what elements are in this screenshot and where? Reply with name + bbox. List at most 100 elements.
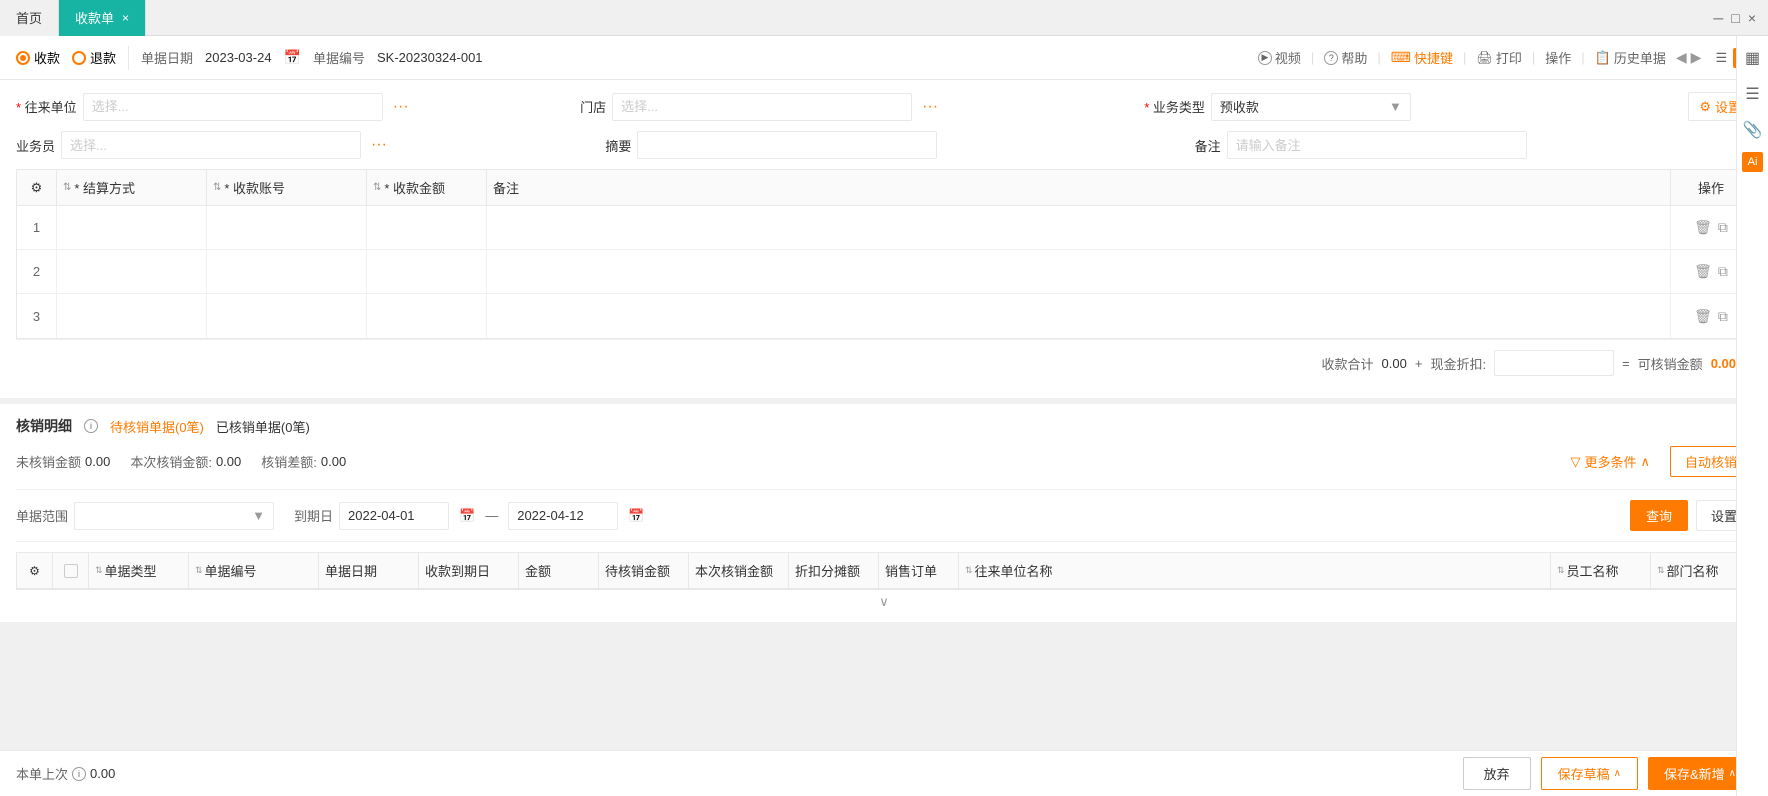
sidebar-list-icon[interactable]: ☰ bbox=[1741, 80, 1763, 108]
row-2-remark[interactable] bbox=[487, 250, 1671, 293]
row-1-copy-icon[interactable]: ⧉ bbox=[1718, 219, 1728, 236]
row-2-delete-icon[interactable]: 🗑 bbox=[1694, 263, 1712, 280]
row-2-amount[interactable] bbox=[367, 250, 487, 293]
due-date-end-calendar-icon[interactable]: 📅 bbox=[628, 508, 644, 524]
abandon-button[interactable]: 放弃 bbox=[1463, 757, 1531, 790]
partner-input[interactable] bbox=[83, 93, 383, 121]
nav-prev-icon[interactable]: ◀ bbox=[1676, 49, 1687, 66]
settlement-sort-icon[interactable]: ⇅ bbox=[63, 182, 71, 193]
remark-col-header: 备注 bbox=[487, 170, 1671, 205]
settings-col-header[interactable]: ⚙ bbox=[17, 170, 57, 205]
bt-settings-col[interactable]: ⚙ bbox=[17, 553, 53, 588]
num-sort-icon[interactable]: ⇅ bbox=[195, 565, 203, 576]
store-more-icon[interactable]: ··· bbox=[922, 98, 938, 116]
row-2-settlement[interactable] bbox=[57, 250, 207, 293]
video-action[interactable]: ▶ 视频 bbox=[1258, 48, 1301, 67]
print-action[interactable]: 🖨 打印 bbox=[1476, 48, 1522, 67]
close-button[interactable]: × bbox=[1748, 10, 1756, 26]
row-2-account[interactable] bbox=[207, 250, 367, 293]
sidebar-attachment-icon[interactable]: 📎 bbox=[1739, 116, 1767, 144]
minimize-button[interactable]: ─ bbox=[1713, 10, 1723, 26]
tab-receipt[interactable]: 收款单 × bbox=[59, 0, 146, 36]
row-3-amount[interactable] bbox=[367, 294, 487, 338]
account-sort-icon[interactable]: ⇅ bbox=[213, 182, 221, 193]
bt-check-col[interactable] bbox=[53, 553, 89, 588]
receipt-radio[interactable]: 收款 bbox=[16, 48, 60, 67]
row-2-copy-icon[interactable]: ⧉ bbox=[1718, 263, 1728, 280]
staff-more-icon[interactable]: ··· bbox=[371, 136, 387, 154]
save-draft-button[interactable]: 保存草稿 ∧ bbox=[1541, 757, 1638, 790]
summary-input[interactable] bbox=[637, 131, 937, 159]
chevron-down-icon: ∨ bbox=[879, 594, 889, 609]
due-date-start-calendar-icon[interactable]: 📅 bbox=[459, 508, 475, 524]
employee-sort-icon[interactable]: ⇅ bbox=[1557, 565, 1565, 576]
settlement-col-label: * 结算方式 bbox=[74, 178, 135, 197]
sep1: | bbox=[1311, 50, 1314, 65]
operations-action[interactable]: 操作 bbox=[1545, 48, 1571, 67]
maximize-button[interactable]: □ bbox=[1731, 10, 1739, 26]
total-value: 0.00 bbox=[1382, 356, 1407, 371]
notes-input[interactable] bbox=[1227, 131, 1527, 159]
sidebar-ai-icon[interactable]: Ai bbox=[1742, 152, 1764, 172]
row-1-remark[interactable] bbox=[487, 206, 1671, 249]
tab-home[interactable]: 首页 bbox=[0, 0, 59, 36]
staff-input[interactable] bbox=[61, 131, 361, 159]
form-row-1: 往来单位 ··· 门店 ··· 业务类型 预收款 ▼ ⚙ 设置 bbox=[16, 92, 1752, 121]
row-3-account[interactable] bbox=[207, 294, 367, 338]
row-3-settlement[interactable] bbox=[57, 294, 207, 338]
summary-row: 收款合计 0.00 + 现金折扣: = 可核销金额 0.00 bbox=[16, 339, 1752, 386]
help-action[interactable]: ? 帮助 bbox=[1324, 48, 1367, 67]
shortcut-action[interactable]: ⌨ 快捷键 bbox=[1391, 48, 1453, 67]
save-draft-label: 保存草稿 bbox=[1558, 764, 1610, 783]
row-3-copy-icon[interactable]: ⧉ bbox=[1718, 308, 1728, 325]
discount-input[interactable] bbox=[1494, 350, 1614, 376]
pending-tab[interactable]: 待核销单据(0笔) bbox=[110, 417, 204, 436]
range-select[interactable]: ▼ bbox=[74, 502, 274, 530]
business-type-label: 业务类型 bbox=[1144, 97, 1205, 116]
company-sort-icon[interactable]: ⇅ bbox=[965, 565, 973, 576]
nav-next-icon[interactable]: ▶ bbox=[1691, 49, 1702, 66]
due-date-end-input[interactable] bbox=[508, 502, 618, 530]
auto-writeoff-label: 自动核销 bbox=[1685, 455, 1737, 470]
completed-tab[interactable]: 已核销单据(0笔) bbox=[216, 417, 310, 436]
tab-close-icon[interactable]: × bbox=[122, 11, 129, 25]
row-3-remark[interactable] bbox=[487, 294, 1671, 338]
row-1-amount[interactable] bbox=[367, 206, 487, 249]
history-action[interactable]: 📋 历史单据 bbox=[1595, 48, 1666, 67]
unchecked-stat: 未核销金额 0.00 bbox=[16, 452, 110, 471]
select-all-checkbox[interactable] bbox=[64, 564, 78, 578]
row-1-account[interactable] bbox=[207, 206, 367, 249]
dept-sort-icon[interactable]: ⇅ bbox=[1657, 565, 1665, 576]
list-view-icon[interactable]: ☰ bbox=[1711, 48, 1731, 68]
store-input[interactable] bbox=[612, 93, 912, 121]
due-date-start-input[interactable] bbox=[339, 502, 449, 530]
number-label: 单据编号 bbox=[313, 48, 365, 67]
writeoff-info-icon[interactable]: i bbox=[84, 419, 98, 433]
remark-col-label: 备注 bbox=[493, 178, 519, 197]
more-conditions-btn[interactable]: ▽ 更多条件 ∧ bbox=[1570, 452, 1650, 471]
footer-info-icon[interactable]: i bbox=[72, 767, 86, 781]
row-3-delete-icon[interactable]: 🗑 bbox=[1694, 308, 1712, 325]
summary-field: 摘要 bbox=[605, 131, 1162, 159]
refund-radio[interactable]: 退款 bbox=[72, 48, 116, 67]
amount-sort-icon[interactable]: ⇅ bbox=[373, 182, 381, 193]
page-footer: 本单上次 i 0.00 放弃 保存草稿 ∧ 保存&新增 ∧ bbox=[0, 750, 1768, 796]
query-button[interactable]: 查询 bbox=[1630, 500, 1688, 531]
business-type-value: 预收款 bbox=[1220, 97, 1259, 116]
row-1-delete-icon[interactable]: 🗑 bbox=[1694, 219, 1712, 236]
row-1-settlement[interactable] bbox=[57, 206, 207, 249]
settlement-col-header: ⇅ * 结算方式 bbox=[57, 170, 207, 205]
business-type-select[interactable]: 预收款 ▼ bbox=[1211, 93, 1411, 121]
sep3: | bbox=[1463, 50, 1466, 65]
main-form: 往来单位 ··· 门店 ··· 业务类型 预收款 ▼ ⚙ 设置 业务员 ··· bbox=[0, 80, 1768, 404]
partner-field: 往来单位 ··· bbox=[16, 93, 548, 121]
calendar-icon[interactable]: 📅 bbox=[284, 49, 301, 66]
collapse-indicator[interactable]: ∨ bbox=[16, 594, 1752, 610]
type-sort-icon[interactable]: ⇅ bbox=[95, 565, 103, 576]
bt-company-label: 往来单位名称 bbox=[975, 561, 1053, 580]
partner-more-icon[interactable]: ··· bbox=[393, 98, 409, 116]
search-filters: 单据范围 ▼ 到期日 📅 — 📅 查询 设置 bbox=[16, 489, 1752, 542]
partner-label: 往来单位 bbox=[16, 97, 77, 116]
sidebar-table-icon[interactable]: ▦ bbox=[1741, 44, 1764, 72]
video-label: 视频 bbox=[1275, 48, 1301, 67]
